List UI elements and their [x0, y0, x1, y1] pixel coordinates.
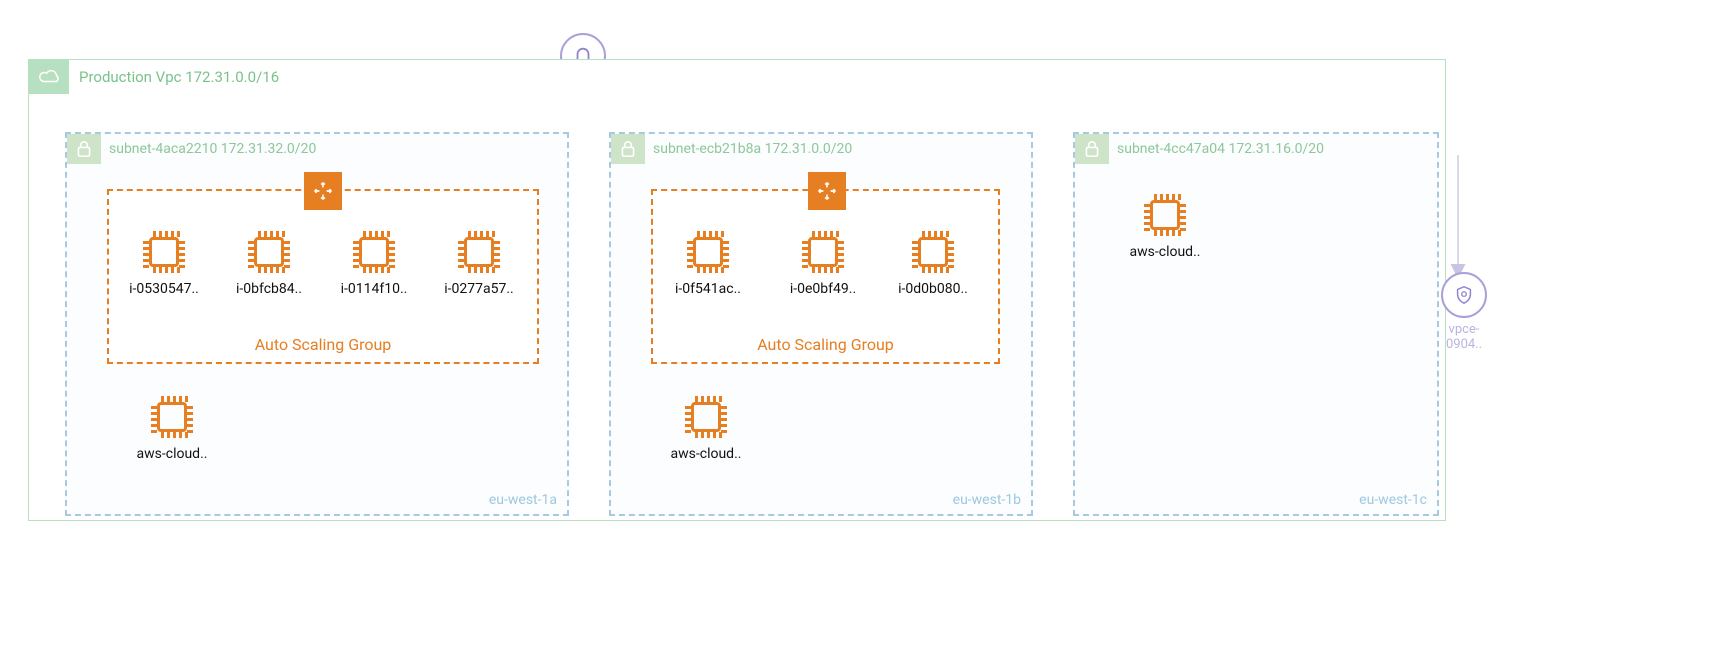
instance-node[interactable]: i-0f541ac.. — [663, 231, 753, 297]
ec2-icon — [687, 231, 729, 273]
ec2-icon — [353, 231, 395, 273]
vpc-title: Production Vpc 172.31.0.0/16 — [79, 68, 279, 86]
ec2-icon — [802, 231, 844, 273]
asg-icon — [808, 172, 846, 210]
asg-a[interactable]: Auto Scaling Group i-0530547.. i-0bfcb84… — [107, 189, 539, 364]
instance-label: i-0277a57.. — [434, 281, 524, 297]
instance-label: i-0bfcb84.. — [224, 281, 314, 297]
instance-label: i-0d0b080.. — [888, 281, 978, 297]
instance-node[interactable]: i-0e0bf49.. — [778, 231, 868, 297]
diagram-canvas[interactable]: igw-39bec3.. Router Production Vpc 172.3… — [0, 0, 1720, 662]
subnet-b-title: subnet-ecb21b8a 172.31.0.0/20 — [653, 141, 852, 157]
subnet-c[interactable]: subnet-4cc47a04 172.31.16.0/20 eu-west-1… — [1073, 132, 1439, 516]
instance-node[interactable]: i-0530547.. — [119, 231, 209, 297]
ec2-icon — [1144, 194, 1186, 236]
ec2-icon — [685, 396, 727, 438]
subnet-b[interactable]: subnet-ecb21b8a 172.31.0.0/20 eu-west-1b… — [609, 132, 1033, 516]
lock-icon — [611, 134, 645, 164]
ec2-icon — [248, 231, 290, 273]
instance-label: aws-cloud.. — [127, 446, 217, 462]
instance-node[interactable]: i-0d0b080.. — [888, 231, 978, 297]
instance-label: aws-cloud.. — [1120, 244, 1210, 260]
shield-icon — [1441, 272, 1487, 318]
vpce-label: vpce-0904.. — [1434, 322, 1494, 352]
ec2-icon — [143, 231, 185, 273]
cloud-icon — [29, 60, 69, 94]
asg-b[interactable]: Auto Scaling Group i-0f541ac.. i-0e0bf49… — [651, 189, 1000, 364]
instance-node[interactable]: aws-cloud.. — [661, 396, 751, 462]
asg-icon — [304, 172, 342, 210]
instance-label: i-0530547.. — [119, 281, 209, 297]
ec2-icon — [458, 231, 500, 273]
asg-b-label: Auto Scaling Group — [653, 335, 998, 354]
subnet-c-az: eu-west-1c — [1359, 492, 1427, 508]
instance-label: i-0f541ac.. — [663, 281, 753, 297]
vpc-endpoint-node[interactable]: vpce-0904.. — [1434, 272, 1494, 352]
lock-icon — [67, 134, 101, 164]
subnet-a[interactable]: subnet-4aca2210 172.31.32.0/20 eu-west-1… — [65, 132, 569, 516]
instance-node[interactable]: i-0bfcb84.. — [224, 231, 314, 297]
instance-label: i-0e0bf49.. — [778, 281, 868, 297]
subnet-a-az: eu-west-1a — [489, 492, 557, 508]
instance-label: aws-cloud.. — [661, 446, 751, 462]
instance-label: i-0114f10.. — [329, 281, 419, 297]
lock-icon — [1075, 134, 1109, 164]
asg-a-label: Auto Scaling Group — [109, 335, 537, 354]
instance-node[interactable]: aws-cloud.. — [1120, 194, 1210, 260]
instance-node[interactable]: i-0277a57.. — [434, 231, 524, 297]
ec2-icon — [912, 231, 954, 273]
subnet-a-title: subnet-4aca2210 172.31.32.0/20 — [109, 141, 316, 157]
vpc-container[interactable]: Production Vpc 172.31.0.0/16 subnet-4aca… — [28, 59, 1446, 521]
subnet-c-title: subnet-4cc47a04 172.31.16.0/20 — [1117, 141, 1324, 157]
ec2-icon — [151, 396, 193, 438]
instance-node[interactable]: aws-cloud.. — [127, 396, 217, 462]
instance-node[interactable]: i-0114f10.. — [329, 231, 419, 297]
subnet-b-az: eu-west-1b — [953, 492, 1021, 508]
